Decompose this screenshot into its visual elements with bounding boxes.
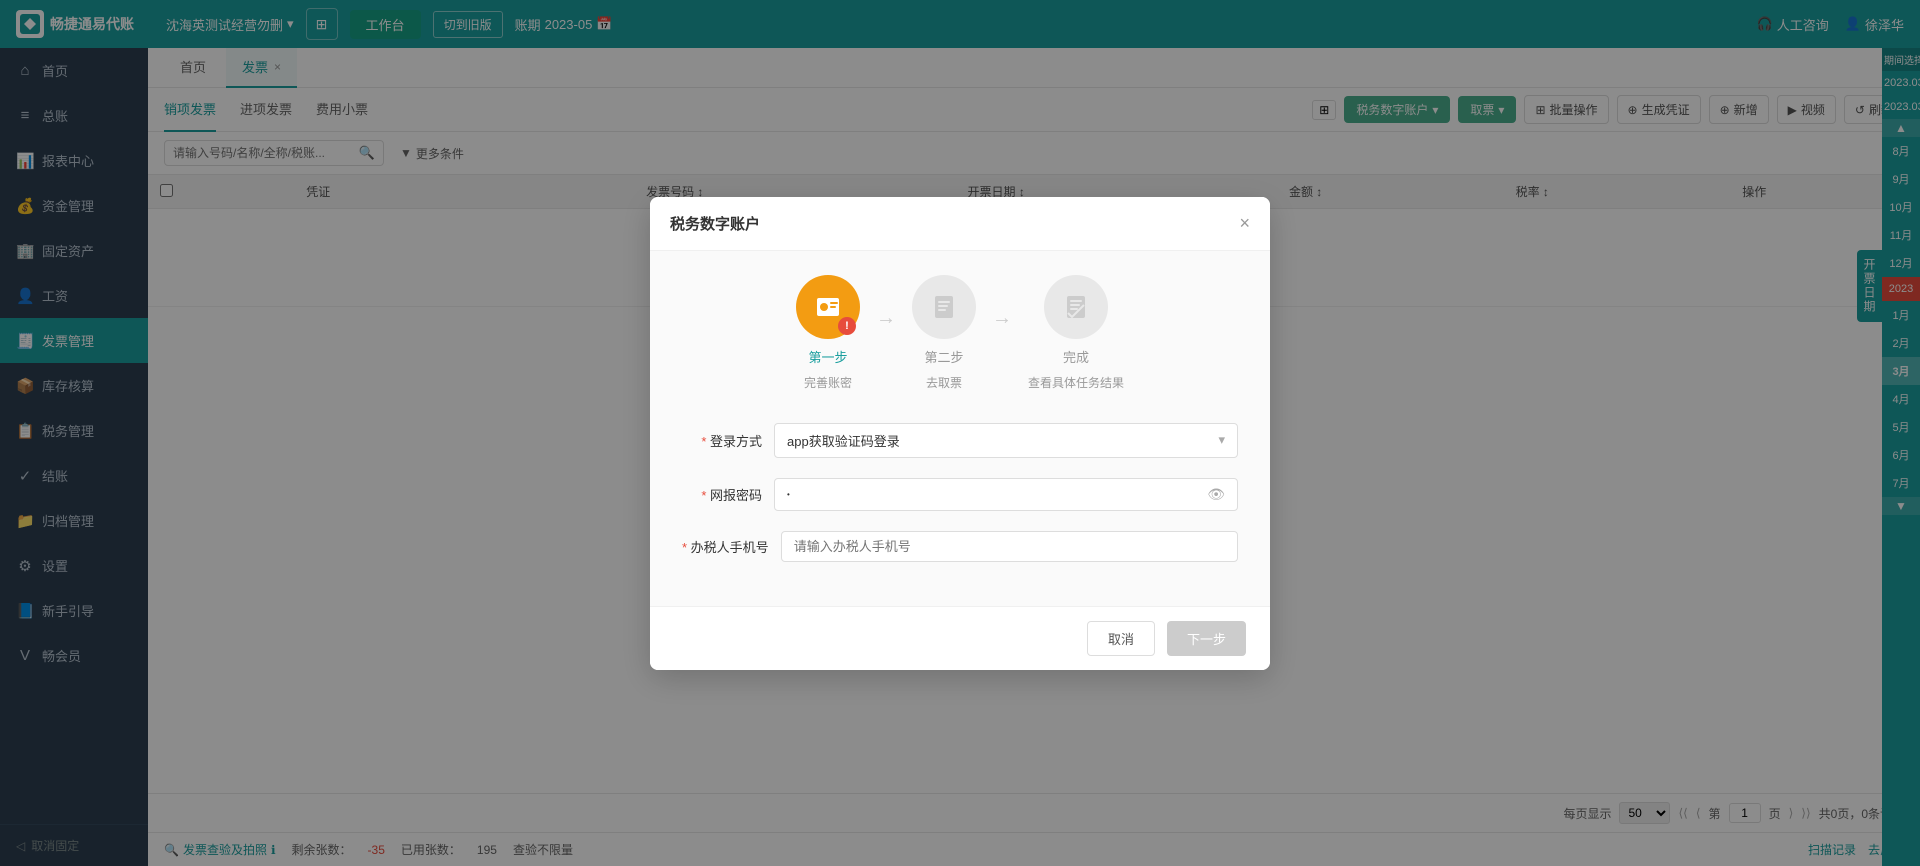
form-row-login: 登录方式 app获取验证码登录 ▾ [682, 423, 1238, 458]
step2-label: 第二步 [924, 347, 963, 366]
phone-label: 办税人手机号 [682, 537, 769, 556]
dialog-body: ! 第一步 完善账密 → [650, 251, 1270, 606]
step1-icon-wrap: ! [796, 275, 860, 339]
step-arrow-2: → [992, 307, 1012, 330]
modal-overlay[interactable]: 税务数字账户 × ! [0, 0, 1920, 866]
dialog-footer: 取消 下一步 [650, 606, 1270, 670]
dialog-form: 登录方式 app获取验证码登录 ▾ 网报密码 • 👁 [682, 423, 1238, 562]
step3-label: 完成 [1063, 347, 1089, 366]
form-row-phone: 办税人手机号 [682, 531, 1238, 562]
login-method-control: app获取验证码登录 ▾ [774, 423, 1238, 458]
dialog-close-btn[interactable]: × [1239, 214, 1250, 232]
step1-label: 第一步 [808, 347, 847, 366]
step3-desc: 查看具体任务结果 [1028, 374, 1124, 391]
password-dot: • [787, 490, 790, 499]
login-dropdown-icon: ▾ [1218, 432, 1225, 448]
password-label: 网报密码 [682, 485, 762, 504]
cancel-button[interactable]: 取消 [1087, 621, 1155, 656]
phone-input-wrap [781, 531, 1238, 562]
password-input-wrap: • 👁 [774, 478, 1238, 511]
form-row-password: 网报密码 • 👁 [682, 478, 1238, 511]
phone-input[interactable] [794, 539, 1225, 554]
login-method-value: app获取验证码登录 [787, 431, 900, 450]
dialog-header: 税务数字账户 × [650, 197, 1270, 251]
phone-control [781, 531, 1238, 562]
step1-desc: 完善账密 [804, 374, 852, 391]
step2-desc: 去取票 [926, 374, 962, 391]
step1-error-badge: ! [838, 317, 856, 335]
tax-dialog: 税务数字账户 × ! [650, 197, 1270, 670]
password-eye-toggle[interactable]: 👁 [1207, 486, 1225, 503]
dialog-title: 税务数字账户 [670, 213, 760, 234]
step-arrow-1: → [876, 307, 896, 330]
password-control: • 👁 [774, 478, 1238, 511]
dialog-step-1: ! 第一步 完善账密 [796, 275, 860, 391]
step3-icon-wrap [1044, 275, 1108, 339]
step2-icon-wrap [912, 275, 976, 339]
next-button[interactable]: 下一步 [1167, 621, 1246, 656]
dialog-steps: ! 第一步 完善账密 → [682, 275, 1238, 391]
login-method-select[interactable]: app获取验证码登录 ▾ [774, 423, 1238, 458]
login-method-label: 登录方式 [682, 431, 762, 450]
dialog-step-2: 第二步 去取票 [912, 275, 976, 391]
dialog-step-3: 完成 查看具体任务结果 [1028, 275, 1124, 391]
